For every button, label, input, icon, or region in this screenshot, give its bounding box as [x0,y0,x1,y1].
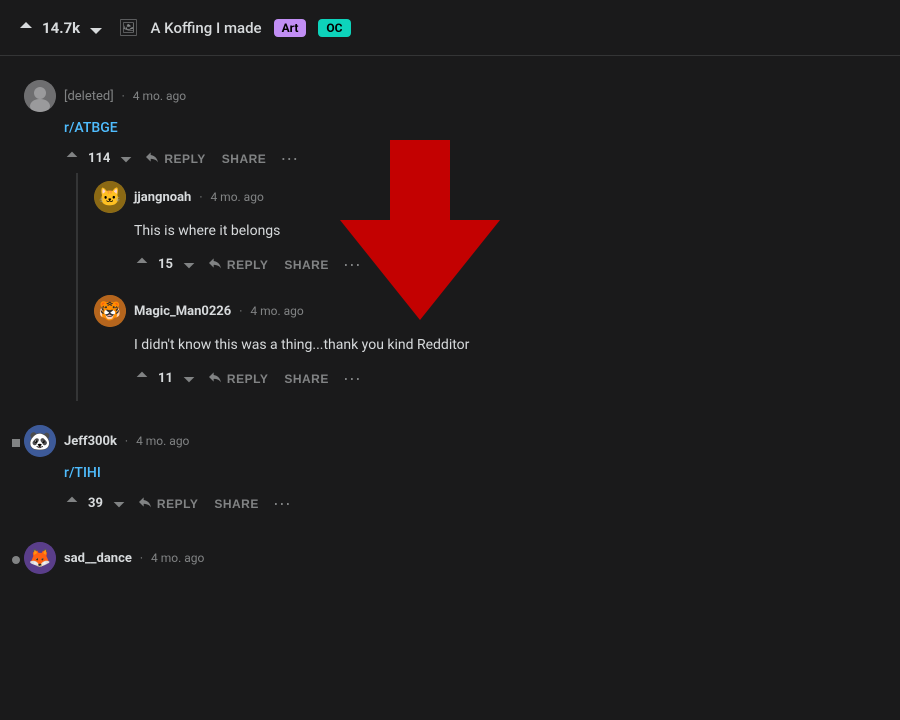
share-button[interactable]: Share [278,254,335,276]
share-button[interactable]: Share [216,148,273,170]
comment-body: r/ATBGE [24,120,884,136]
svg-text:🐱: 🐱 [99,187,121,208]
comment-block: [deleted] · 4 mo. ago r/ATBGE 114 Reply … [0,72,900,409]
reply-button[interactable]: Reply [201,365,274,392]
avatar: 🐯 [94,295,126,327]
more-options-button[interactable]: ··· [339,364,365,393]
username: jjangnoah [134,190,191,205]
avatar [24,80,56,112]
downvote-icon[interactable] [86,18,106,38]
tag-oc[interactable]: OC [318,19,350,37]
upvote-icon[interactable] [134,255,150,275]
comment-actions: 114 Reply Share ··· [24,144,884,173]
avatar: 🐼 [24,425,56,457]
comment-block: 🐼 Jeff300k · 4 mo. ago r/TIHI 39 Reply [0,417,900,526]
username: Magic_Man0226 [134,304,231,319]
nested-comment: 🐯 Magic_Man0226 · 4 mo. ago I didn't kno… [78,287,884,401]
comment-timestamp: 4 mo. ago [210,190,263,204]
svg-text:🐼: 🐼 [29,430,52,452]
nested-comment: 🐱 jjangnoah · 4 mo. ago This is where it… [78,173,884,287]
reply-icon [207,369,223,388]
comment-header: [deleted] · 4 mo. ago [24,80,884,112]
downvote-icon[interactable] [181,369,197,389]
reply-icon [137,494,153,513]
vote-count: 11 [158,371,173,386]
reply-button[interactable]: Reply [201,251,274,278]
timestamp: · [125,434,128,448]
comment-timestamp: 4 mo. ago [136,434,189,448]
downvote-icon[interactable] [111,494,127,514]
post-title: A Koffing I made [151,19,262,37]
reply-icon [207,255,223,274]
timestamp: · [199,190,202,204]
reply-button[interactable]: Reply [131,490,204,517]
comment-header: 🐱 jjangnoah · 4 mo. ago [94,181,876,213]
comment-actions: 39 Reply Share ··· [24,489,884,518]
svg-text:🦊: 🦊 [29,548,51,569]
comments-area: [deleted] · 4 mo. ago r/ATBGE 114 Reply … [0,56,900,720]
share-button[interactable]: Share [278,368,335,390]
username: sad__dance [64,551,132,566]
nested-comments: 🐱 jjangnoah · 4 mo. ago This is where it… [76,173,884,401]
top-bar: 14.7k 🖼 A Koffing I made Art OC [0,0,900,56]
vote-count: 114 [88,151,110,166]
username: [deleted] [64,89,114,104]
reply-button[interactable]: Reply [138,145,211,172]
post-vote-count: 14.7k [42,19,80,37]
vote-count: 15 [158,257,173,272]
username: Jeff300k [64,434,117,449]
comment-actions: 15 Reply Share ··· [94,250,876,279]
comment-timestamp: 4 mo. ago [250,304,303,318]
more-options-button[interactable]: ··· [269,489,295,518]
tag-art[interactable]: Art [274,19,307,37]
avatar: 🦊 [24,542,56,574]
more-options-button[interactable]: ··· [339,250,365,279]
upvote-icon[interactable] [134,369,150,389]
comment-timestamp: 4 mo. ago [133,89,186,103]
vote-count: 39 [88,496,103,511]
comment-text: This is where it belongs [134,221,876,242]
subreddit-link[interactable]: r/ATBGE [64,120,118,136]
comment-body: I didn't know this was a thing...thank y… [94,335,876,356]
subreddit-link[interactable]: r/TIHI [64,465,101,481]
comment-header: 🐼 Jeff300k · 4 mo. ago [24,425,884,457]
comment-body: r/TIHI [24,465,884,481]
comment-block: 🦊 sad__dance · 4 mo. ago [0,534,900,590]
more-options-button[interactable]: ··· [276,144,302,173]
timestamp: · [140,551,143,565]
comment-text: I didn't know this was a thing...thank y… [134,335,876,356]
avatar: 🐱 [94,181,126,213]
comment-header: 🐯 Magic_Man0226 · 4 mo. ago [94,295,876,327]
downvote-icon[interactable] [118,149,134,169]
image-icon: 🖼 [118,18,138,37]
comment-body: This is where it belongs [94,221,876,242]
upvote-icon[interactable] [64,149,80,169]
upvote-icon[interactable] [64,494,80,514]
comment-header: 🦊 sad__dance · 4 mo. ago [24,542,884,574]
comment-timestamp: 4 mo. ago [151,551,204,565]
timestamp: · [122,89,125,103]
share-button[interactable]: Share [208,493,265,515]
svg-text:🐯: 🐯 [99,300,121,322]
post-vote-controls[interactable]: 14.7k [16,18,106,38]
comment-actions: 11 Reply Share ··· [94,364,876,393]
timestamp: · [239,304,242,318]
upvote-icon[interactable] [16,18,36,38]
downvote-icon[interactable] [181,255,197,275]
reply-icon [144,149,160,168]
